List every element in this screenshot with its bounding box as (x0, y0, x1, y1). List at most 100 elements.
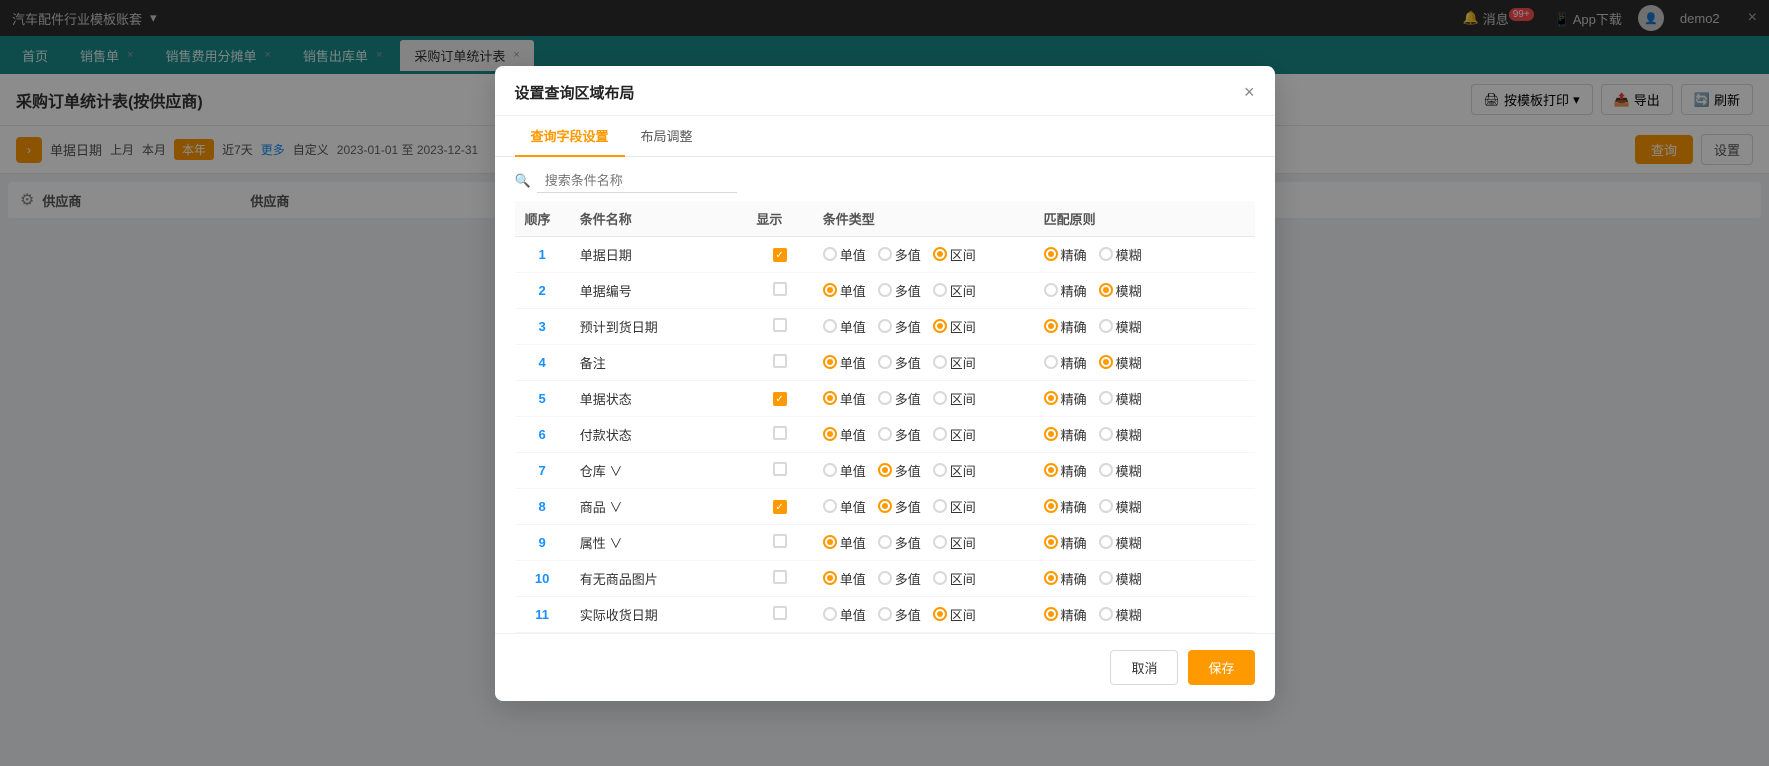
display-checkbox[interactable] (773, 570, 787, 584)
search-input[interactable] (537, 169, 737, 193)
display-checkbox[interactable]: ✓ (773, 500, 787, 514)
type-radio-item[interactable]: 区间 (933, 281, 976, 300)
radio-circle (1044, 391, 1058, 405)
radio-circle (878, 571, 892, 585)
save-button[interactable]: 保存 (1188, 650, 1254, 685)
match-radio-item[interactable]: 精确 (1044, 353, 1087, 372)
match-radio-item[interactable]: 模糊 (1099, 605, 1142, 624)
row-display[interactable]: ✓ (746, 380, 812, 416)
match-radio-item[interactable]: 精确 (1044, 461, 1087, 480)
display-checkbox[interactable] (773, 534, 787, 548)
th-order: 顺序 (515, 201, 570, 237)
radio-circle (1044, 283, 1058, 297)
match-radio-item[interactable]: 精确 (1044, 389, 1087, 408)
display-checkbox[interactable] (773, 606, 787, 620)
type-radio-item[interactable]: 多值 (878, 533, 921, 552)
table-row: 4备注单值多值区间精确模糊 (515, 344, 1255, 380)
row-display[interactable]: ✓ (746, 488, 812, 524)
type-radio-item[interactable]: 单值 (823, 353, 866, 372)
type-radio-item[interactable]: 区间 (933, 461, 976, 480)
type-radio-item[interactable]: 区间 (933, 533, 976, 552)
type-radio-item[interactable]: 区间 (933, 317, 976, 336)
dialog-close-button[interactable]: × (1244, 82, 1255, 103)
match-radio-item[interactable]: 模糊 (1099, 317, 1142, 336)
match-radio-item[interactable]: 模糊 (1099, 389, 1142, 408)
type-radio-item[interactable]: 单值 (823, 605, 866, 624)
radio-label: 多值 (895, 569, 921, 588)
type-radio-item[interactable]: 单值 (823, 389, 866, 408)
type-radio-item[interactable]: 多值 (878, 425, 921, 444)
match-radio-item[interactable]: 模糊 (1099, 281, 1142, 300)
row-display[interactable] (746, 308, 812, 344)
type-radio-item[interactable]: 多值 (878, 605, 921, 624)
display-checkbox[interactable] (773, 318, 787, 332)
type-radio-item[interactable]: 多值 (878, 569, 921, 588)
match-radio-item[interactable]: 模糊 (1099, 497, 1142, 516)
type-radio-item[interactable]: 区间 (933, 389, 976, 408)
match-radio-item[interactable]: 精确 (1044, 569, 1087, 588)
row-display[interactable]: ✓ (746, 236, 812, 272)
type-radio-item[interactable]: 多值 (878, 281, 921, 300)
type-radio-item[interactable]: 区间 (933, 425, 976, 444)
cancel-button[interactable]: 取消 (1110, 650, 1178, 685)
type-radio-item[interactable]: 多值 (878, 317, 921, 336)
type-radio-item[interactable]: 多值 (878, 353, 921, 372)
type-radio-item[interactable]: 单值 (823, 245, 866, 264)
type-radio-item[interactable]: 单值 (823, 533, 866, 552)
row-type: 单值多值区间 (813, 380, 1034, 416)
match-radio-item[interactable]: 模糊 (1099, 353, 1142, 372)
match-radio-item[interactable]: 模糊 (1099, 245, 1142, 264)
row-display[interactable] (746, 596, 812, 632)
type-radio-item[interactable]: 区间 (933, 569, 976, 588)
type-radio-item[interactable]: 单值 (823, 569, 866, 588)
row-order: 4 (515, 344, 570, 380)
match-radio-item[interactable]: 精确 (1044, 281, 1087, 300)
type-radio-item[interactable]: 单值 (823, 497, 866, 516)
match-radio-item[interactable]: 模糊 (1099, 425, 1142, 444)
row-name: 预计到货日期 (570, 308, 747, 344)
row-display[interactable] (746, 560, 812, 596)
display-checkbox[interactable] (773, 282, 787, 296)
row-display[interactable] (746, 344, 812, 380)
display-checkbox[interactable] (773, 426, 787, 440)
match-radio-item[interactable]: 精确 (1044, 245, 1087, 264)
radio-label: 多值 (895, 245, 921, 264)
row-type: 单值多值区间 (813, 452, 1034, 488)
tab-layout-adjust[interactable]: 布局调整 (625, 116, 709, 157)
match-radio-item[interactable]: 模糊 (1099, 461, 1142, 480)
type-radio-item[interactable]: 区间 (933, 497, 976, 516)
match-radio-item[interactable]: 模糊 (1099, 533, 1142, 552)
display-checkbox[interactable]: ✓ (773, 248, 787, 262)
radio-label: 模糊 (1116, 245, 1142, 264)
row-display[interactable] (746, 452, 812, 488)
type-radio-item[interactable]: 单值 (823, 281, 866, 300)
display-checkbox[interactable]: ✓ (773, 392, 787, 406)
type-radio-item[interactable]: 多值 (878, 245, 921, 264)
row-match: 精确模糊 (1034, 380, 1255, 416)
row-display[interactable] (746, 272, 812, 308)
th-match: 匹配原则 (1034, 201, 1255, 237)
match-radio-item[interactable]: 模糊 (1099, 569, 1142, 588)
radio-circle (823, 463, 837, 477)
match-radio-item[interactable]: 精确 (1044, 497, 1087, 516)
row-display[interactable] (746, 416, 812, 452)
match-radio-item[interactable]: 精确 (1044, 533, 1087, 552)
tab-query-fields[interactable]: 查询字段设置 (515, 116, 625, 157)
type-radio-item[interactable]: 多值 (878, 389, 921, 408)
row-display[interactable] (746, 524, 812, 560)
type-radio-item[interactable]: 多值 (878, 497, 921, 516)
match-radio-item[interactable]: 精确 (1044, 605, 1087, 624)
type-radio-item[interactable]: 单值 (823, 317, 866, 336)
type-radio-item[interactable]: 单值 (823, 461, 866, 480)
type-radio-item[interactable]: 单值 (823, 425, 866, 444)
row-order: 6 (515, 416, 570, 452)
type-radio-item[interactable]: 区间 (933, 353, 976, 372)
type-radio-item[interactable]: 区间 (933, 245, 976, 264)
display-checkbox[interactable] (773, 462, 787, 476)
radio-label: 精确 (1061, 317, 1087, 336)
match-radio-item[interactable]: 精确 (1044, 317, 1087, 336)
type-radio-item[interactable]: 区间 (933, 605, 976, 624)
display-checkbox[interactable] (773, 354, 787, 368)
match-radio-item[interactable]: 精确 (1044, 425, 1087, 444)
type-radio-item[interactable]: 多值 (878, 461, 921, 480)
